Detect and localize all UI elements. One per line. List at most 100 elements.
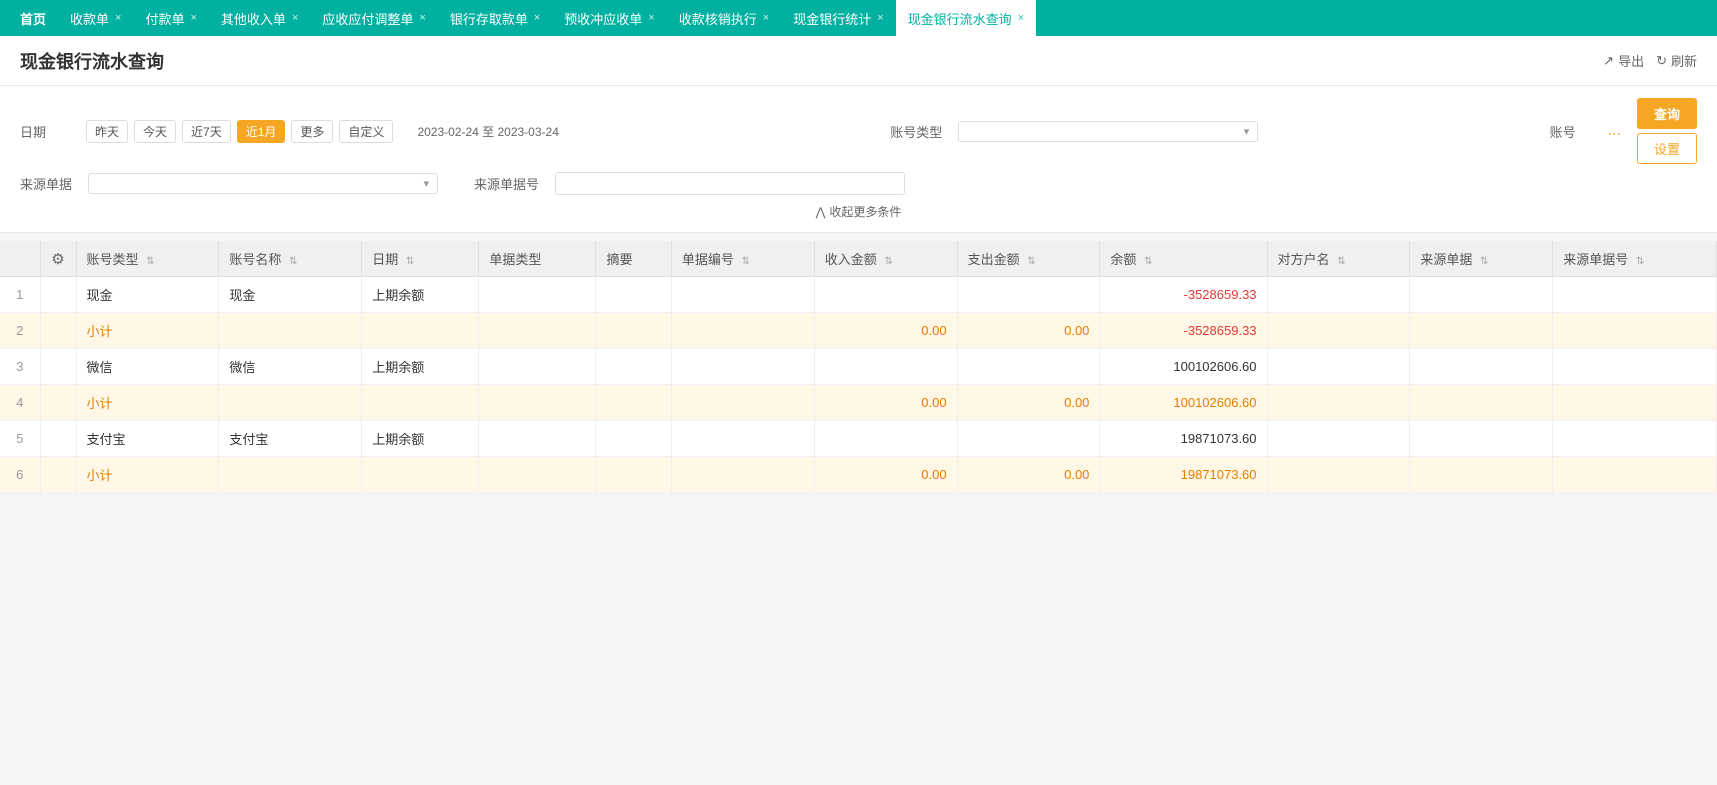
cell-source-doc-no <box>1553 313 1717 349</box>
col-balance[interactable]: 余额 ⇅ <box>1100 241 1267 277</box>
cell-balance: 19871073.60 <box>1100 421 1267 457</box>
table-row: 3 微信 微信 上期余额 100102606.60 <box>0 349 1717 385</box>
account-dots-button[interactable]: ... <box>1608 122 1621 140</box>
cell-account-type: 微信 <box>76 349 219 385</box>
cell-counterparty <box>1267 349 1410 385</box>
close-icon[interactable]: × <box>1018 12 1024 24</box>
date-options: 昨天 今天 近7天 近1月 更多 自定义 <box>86 120 393 143</box>
cell-source-doc <box>1410 313 1553 349</box>
nav-tab-adjustment[interactable]: 应收应付调整单 × <box>310 0 437 36</box>
date-btn-7days[interactable]: 近7天 <box>182 120 231 143</box>
cell-doc-type <box>479 385 596 421</box>
close-icon[interactable]: × <box>292 12 298 24</box>
date-btn-yesterday[interactable]: 昨天 <box>86 120 128 143</box>
nav-tab-cashflow[interactable]: 现金银行流水查询 × <box>896 0 1036 36</box>
source-doc-select[interactable]: ▾ <box>88 173 438 194</box>
date-btn-more[interactable]: 更多 <box>291 120 333 143</box>
cell-income <box>814 277 957 313</box>
col-account-type[interactable]: 账号类型 ⇅ <box>76 241 219 277</box>
nav-tab-bank-deposit[interactable]: 银行存取款单 × <box>438 0 552 36</box>
data-table: ⚙ 账号类型 ⇅ 账号名称 ⇅ 日期 ⇅ 单据类型 摘要 <box>0 241 1717 493</box>
collapse-bar[interactable]: ⋀ 收起更多条件 <box>20 203 1697 220</box>
cell-account-name: 支付宝 <box>219 421 362 457</box>
nav-tab-payment[interactable]: 付款单 × <box>133 0 208 36</box>
nav-tab-receipt[interactable]: 收款单 × <box>58 0 133 36</box>
close-icon[interactable]: × <box>877 12 883 24</box>
cell-expense <box>957 277 1100 313</box>
cell-doc-type <box>479 277 596 313</box>
page-title: 现金银行流水查询 <box>20 48 164 74</box>
cell-doc-no <box>671 385 814 421</box>
cell-source-doc-no <box>1553 457 1717 493</box>
date-btn-1month[interactable]: 近1月 <box>237 120 286 143</box>
close-icon[interactable]: × <box>419 12 425 24</box>
cell-income: 0.00 <box>814 385 957 421</box>
cell-account-type: 小计 <box>76 313 219 349</box>
cell-account-name <box>219 385 362 421</box>
cell-account-type: 支付宝 <box>76 421 219 457</box>
sort-icon: ⇅ <box>1144 256 1152 267</box>
col-counterparty[interactable]: 对方户名 ⇅ <box>1267 241 1410 277</box>
cell-source-doc-no <box>1553 385 1717 421</box>
cell-account-name <box>219 457 362 493</box>
table-body: 1 现金 现金 上期余额 -3528659.33 2 小计 0.00 0.00 … <box>0 277 1717 493</box>
cell-settings <box>40 349 76 385</box>
cell-date <box>362 313 479 349</box>
cell-settings <box>40 421 76 457</box>
settings-button[interactable]: 设置 <box>1637 133 1697 164</box>
col-settings[interactable]: ⚙ <box>40 241 76 277</box>
table-row: 2 小计 0.00 0.00 -3528659.33 <box>0 313 1717 349</box>
close-icon[interactable]: × <box>648 12 654 24</box>
close-icon[interactable]: × <box>190 12 196 24</box>
close-icon[interactable]: × <box>115 12 121 24</box>
col-income[interactable]: 收入金额 ⇅ <box>814 241 957 277</box>
cell-summary <box>596 385 671 421</box>
col-source-doc-no[interactable]: 来源单据号 ⇅ <box>1553 241 1717 277</box>
cell-source-doc-no <box>1553 421 1717 457</box>
cell-counterparty <box>1267 457 1410 493</box>
date-btn-today[interactable]: 今天 <box>134 120 176 143</box>
nav-home[interactable]: 首页 <box>8 0 58 36</box>
col-date[interactable]: 日期 ⇅ <box>362 241 479 277</box>
cell-summary <box>596 457 671 493</box>
sort-icon: ⇅ <box>1027 256 1035 267</box>
cell-index: 2 <box>0 313 40 349</box>
sort-icon: ⇅ <box>1636 256 1644 267</box>
nav-tab-verification[interactable]: 收款核销执行 × <box>667 0 781 36</box>
top-navigation: 首页 收款单 × 付款单 × 其他收入单 × 应收应付调整单 × 银行存取款单 … <box>0 0 1717 36</box>
cell-balance: -3528659.33 <box>1100 313 1267 349</box>
chevron-down-icon-2: ▾ <box>423 177 429 190</box>
nav-tab-statistics[interactable]: 现金银行统计 × <box>781 0 895 36</box>
close-icon[interactable]: × <box>534 12 540 24</box>
col-expense[interactable]: 支出金额 ⇅ <box>957 241 1100 277</box>
cell-date <box>362 457 479 493</box>
close-icon[interactable]: × <box>763 12 769 24</box>
col-account-name[interactable]: 账号名称 ⇅ <box>219 241 362 277</box>
settings-col-icon[interactable]: ⚙ <box>51 251 64 268</box>
export-button[interactable]: ↗ 导出 <box>1603 51 1644 70</box>
col-index <box>0 241 40 277</box>
cell-date: 上期余额 <box>362 421 479 457</box>
cell-summary <box>596 421 671 457</box>
nav-tab-prepay[interactable]: 预收冲应收单 × <box>552 0 666 36</box>
date-btn-custom[interactable]: 自定义 <box>339 120 393 143</box>
account-type-select[interactable]: ▾ <box>958 121 1258 142</box>
cell-expense: 0.00 <box>957 457 1100 493</box>
col-source-doc[interactable]: 来源单据 ⇅ <box>1410 241 1553 277</box>
cell-expense: 0.00 <box>957 313 1100 349</box>
cell-doc-no <box>671 421 814 457</box>
source-doc-no-input[interactable] <box>555 172 905 195</box>
source-doc-no-label: 来源单据号 <box>474 174 539 193</box>
nav-tab-other-income[interactable]: 其他收入单 × <box>209 0 310 36</box>
cell-date: 上期余额 <box>362 349 479 385</box>
sort-icon: ⇅ <box>406 256 414 267</box>
refresh-button[interactable]: ↻ 刷新 <box>1656 51 1697 70</box>
col-doc-no[interactable]: 单据编号 ⇅ <box>671 241 814 277</box>
filter-row-date: 日期 昨天 今天 近7天 近1月 更多 自定义 2023-02-24 至 202… <box>20 98 1697 164</box>
cell-settings <box>40 313 76 349</box>
query-button[interactable]: 查询 <box>1637 98 1697 129</box>
cell-doc-no <box>671 349 814 385</box>
page-header: 现金银行流水查询 ↗ 导出 ↻ 刷新 <box>0 36 1717 86</box>
cell-balance: -3528659.33 <box>1100 277 1267 313</box>
cell-income <box>814 421 957 457</box>
